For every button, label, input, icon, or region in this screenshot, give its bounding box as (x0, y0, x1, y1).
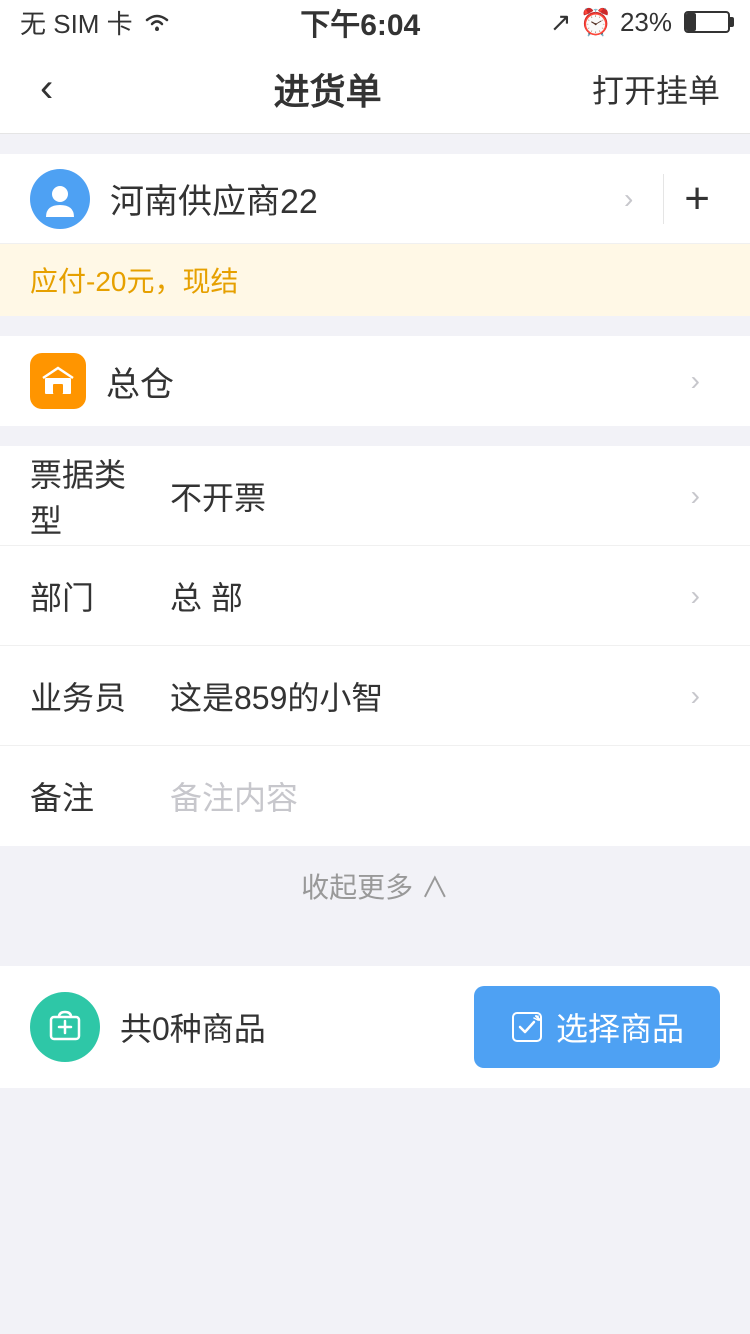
person-icon (42, 181, 78, 217)
avatar (30, 169, 90, 229)
remark-row[interactable]: 备注 备注内容 (0, 746, 750, 846)
collapse-label: 收起更多 ∧ (301, 866, 449, 906)
invoice-type-row[interactable]: 票据类型 不开票 › (0, 446, 750, 546)
salesperson-value: 这是859的小智 (150, 673, 691, 719)
remark-label: 备注 (30, 773, 150, 819)
supplier-name: 河南供应商22 (110, 174, 624, 223)
gap-4 (0, 926, 750, 946)
product-count: 共0种商品 (120, 1004, 474, 1050)
warehouse-row[interactable]: 总仓 › (0, 336, 750, 426)
invoice-type-chevron: › (691, 480, 700, 512)
salesperson-chevron: › (691, 680, 700, 712)
wifi-icon (143, 12, 171, 32)
status-bar: 无 SIM 卡 下午6:04 ↗ ⏰ 23% (0, 0, 750, 44)
department-label: 部门 (30, 573, 150, 619)
bottom-bar: 共0种商品 选择商品 (0, 966, 750, 1088)
product-icon-wrap (30, 992, 100, 1062)
status-right: ↗ ⏰ 23% (550, 7, 730, 38)
divider (663, 174, 664, 224)
invoice-type-label: 票据类型 (30, 450, 150, 542)
form-section: 票据类型 不开票 › 部门 总 部 › 业务员 这是859的小智 › 备注 备注… (0, 446, 750, 846)
gap-1 (0, 134, 750, 154)
supplier-section: 河南供应商22 › + 应付-20元，现结 (0, 154, 750, 316)
warning-banner: 应付-20元，现结 (0, 244, 750, 316)
supplier-chevron: › (624, 183, 633, 215)
warehouse-name: 总仓 (106, 357, 691, 406)
battery-percent: 23% (620, 7, 672, 38)
gap-3 (0, 426, 750, 446)
salesperson-label: 业务员 (30, 673, 150, 719)
department-value: 总 部 (150, 573, 691, 619)
collapse-button[interactable]: 收起更多 ∧ (0, 846, 750, 926)
battery-icon (684, 11, 730, 33)
location-icon: ↗ (550, 7, 572, 38)
nav-bar: ‹ 进货单 打开挂单 (0, 44, 750, 134)
warehouse-section: 总仓 › (0, 336, 750, 426)
select-product-label: 选择商品 (556, 1004, 684, 1050)
carrier-text: 无 SIM 卡 (20, 4, 133, 41)
select-product-button[interactable]: 选择商品 (474, 986, 720, 1068)
status-time: 下午6:04 (300, 0, 420, 44)
department-row[interactable]: 部门 总 部 › (0, 546, 750, 646)
salesperson-row[interactable]: 业务员 这是859的小智 › (0, 646, 750, 746)
cart-icon (45, 1007, 85, 1047)
back-button[interactable]: ‹ (30, 56, 63, 121)
supplier-row[interactable]: 河南供应商22 › + (0, 154, 750, 244)
gap-2 (0, 316, 750, 336)
add-supplier-button[interactable]: + (674, 174, 720, 224)
page-title: 进货单 (274, 63, 382, 115)
warehouse-chevron: › (691, 365, 700, 397)
department-chevron: › (691, 580, 700, 612)
select-product-icon (510, 1010, 544, 1044)
status-left: 无 SIM 卡 (20, 4, 171, 41)
warehouse-building-icon (41, 364, 75, 398)
invoice-type-value: 不开票 (150, 473, 691, 519)
remark-placeholder[interactable]: 备注内容 (150, 773, 720, 819)
alarm-icon: ⏰ (580, 7, 612, 38)
warehouse-icon-wrap (30, 353, 86, 409)
open-pending-button[interactable]: 打开挂单 (592, 66, 720, 112)
